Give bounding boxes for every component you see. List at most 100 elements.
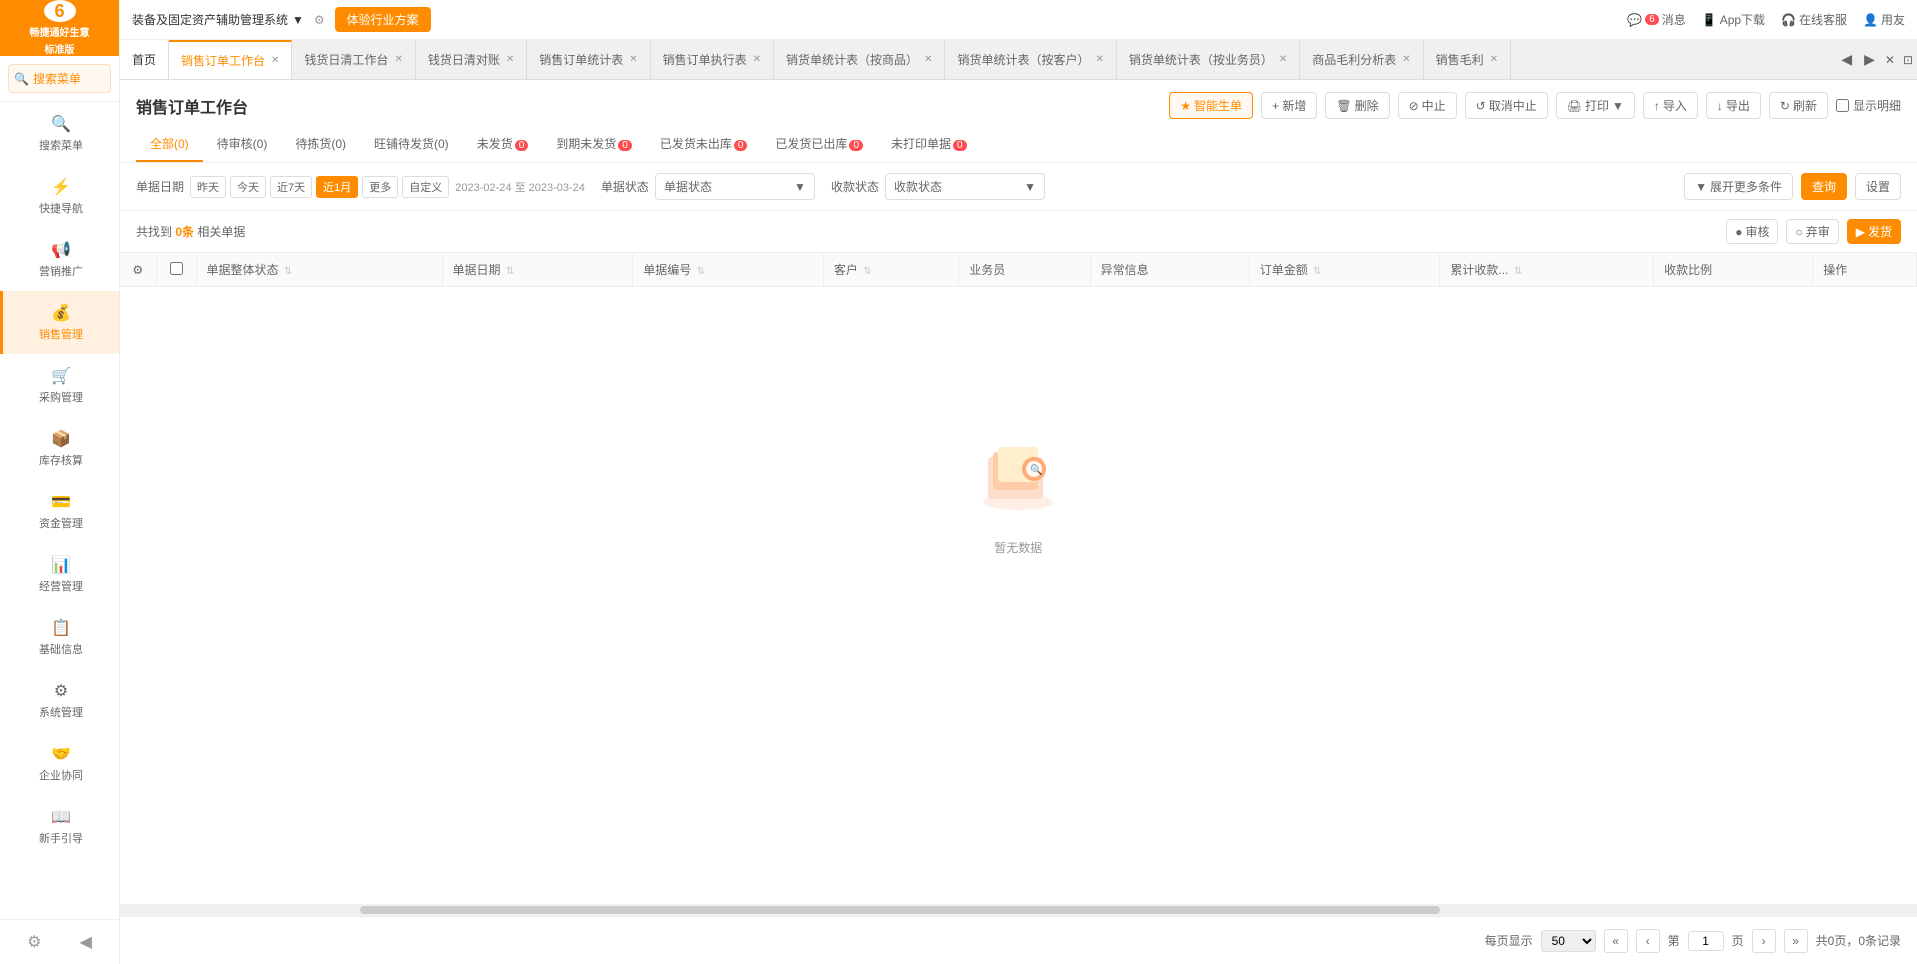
status-select[interactable]: 单据状态 ▼ bbox=[655, 173, 815, 200]
tab-close-sales-margin[interactable]: ✕ bbox=[1490, 54, 1498, 65]
date-7days-button[interactable]: 近7天 bbox=[270, 176, 312, 198]
tab-scroll-right-button[interactable]: ▶ bbox=[1858, 51, 1881, 68]
filter-tab-shipped-not-out[interactable]: 已发货未出库0 bbox=[646, 127, 762, 162]
filter-tab-not-printed[interactable]: 未打印单据0 bbox=[877, 127, 981, 162]
tab-cash-reconcile[interactable]: 钱货日清对账 ✕ bbox=[416, 40, 527, 80]
expand-filter-button[interactable]: ▼ 展开更多条件 bbox=[1684, 173, 1793, 200]
col-checkbox[interactable] bbox=[156, 253, 196, 287]
sidebar-item-system[interactable]: ⚙ 系统管理 bbox=[0, 669, 119, 732]
scrollbar-thumb[interactable] bbox=[360, 906, 1440, 914]
sidebar-item-guide[interactable]: 📖 新手引导 bbox=[0, 795, 119, 858]
stop-button[interactable]: ⊘ 中止 bbox=[1398, 92, 1457, 119]
date-yesterday-button[interactable]: 昨天 bbox=[190, 176, 226, 198]
query-button[interactable]: 查询 bbox=[1801, 173, 1847, 200]
tab-sales-margin[interactable]: 销售毛利 ✕ bbox=[1424, 40, 1511, 80]
tab-sales-by-customer[interactable]: 销货单统计表（按客户） ✕ bbox=[945, 40, 1116, 80]
smart-create-button[interactable]: ★ 智能生单 bbox=[1169, 92, 1253, 119]
tab-close-sales-order[interactable]: ✕ bbox=[271, 55, 279, 66]
tab-close-sales-by-product[interactable]: ✕ bbox=[924, 54, 932, 65]
date-custom-button[interactable]: 自定义 bbox=[402, 176, 449, 198]
filter-tab-shipped-out[interactable]: 已发货已出库0 bbox=[761, 127, 877, 162]
tab-close-cash-daily[interactable]: ✕ bbox=[394, 54, 402, 65]
receipt-select[interactable]: 收款状态 ▼ bbox=[885, 173, 1045, 200]
settings-footer-button[interactable]: ⚙ bbox=[27, 932, 41, 952]
filter-tab-pending-audit[interactable]: 待审核(0) bbox=[203, 127, 282, 162]
filter-tab-all[interactable]: 全部(0) bbox=[136, 127, 203, 162]
sidebar-item-inventory[interactable]: 📦 库存核算 bbox=[0, 417, 119, 480]
cancel-stop-button[interactable]: ↺ 取消中止 bbox=[1465, 92, 1548, 119]
tab-close-margin-analysis[interactable]: ✕ bbox=[1402, 54, 1410, 65]
audit-button[interactable]: ● 审核 bbox=[1726, 219, 1778, 244]
per-page-select[interactable]: 10 20 50 100 bbox=[1541, 930, 1596, 952]
tab-close-sales-by-staff[interactable]: ✕ bbox=[1279, 54, 1287, 65]
filter-tab-not-shipped[interactable]: 未发货0 bbox=[463, 127, 543, 162]
filter-tab-wangpu-ship[interactable]: 旺铺待发货(0) bbox=[360, 127, 463, 162]
sort-number-icon[interactable]: ⇅ bbox=[697, 266, 705, 277]
message-button[interactable]: 💬 6 消息 bbox=[1627, 11, 1686, 28]
online-service-button[interactable]: 🎧 在线客服 bbox=[1781, 11, 1847, 28]
col-settings[interactable]: ⚙ bbox=[120, 253, 156, 287]
collapse-footer-button[interactable]: ◀ bbox=[80, 932, 92, 952]
filter-tab-overdue-ship[interactable]: 到期未发货0 bbox=[542, 127, 646, 162]
search-menu-button[interactable]: 🔍 搜索菜单 bbox=[8, 64, 111, 93]
sidebar-item-management-label: 经营管理 bbox=[39, 578, 83, 594]
sort-amount-icon[interactable]: ⇅ bbox=[1313, 266, 1321, 277]
sort-customer-icon[interactable]: ⇅ bbox=[863, 266, 871, 277]
tab-sales-by-staff[interactable]: 销货单统计表（按业务员） ✕ bbox=[1117, 40, 1300, 80]
horizontal-scrollbar[interactable] bbox=[120, 904, 1917, 916]
sidebar-item-marketing[interactable]: 📢 营销推广 bbox=[0, 228, 119, 291]
prev-page-button[interactable]: ‹ bbox=[1636, 929, 1660, 953]
last-page-button[interactable]: » bbox=[1784, 929, 1808, 953]
date-1month-button[interactable]: 近1月 bbox=[316, 176, 358, 198]
tab-sales-stats[interactable]: 销售订单统计表 ✕ bbox=[527, 40, 650, 80]
tab-close-all-button[interactable]: ✕ bbox=[1881, 53, 1899, 67]
sidebar-item-management[interactable]: 📊 经营管理 bbox=[0, 543, 119, 606]
tab-sales-order-workbench[interactable]: 销售订单工作台 ✕ bbox=[169, 40, 292, 80]
tab-close-cash-reconcile[interactable]: ✕ bbox=[506, 54, 514, 65]
settings-gear-icon[interactable]: ⚙ bbox=[314, 13, 325, 27]
first-page-button[interactable]: « bbox=[1604, 929, 1628, 953]
cooperation-icon: 🤝 bbox=[51, 744, 71, 764]
select-all-checkbox[interactable] bbox=[170, 262, 183, 275]
date-today-button[interactable]: 今天 bbox=[230, 176, 266, 198]
import-button[interactable]: ↑ 导入 bbox=[1643, 92, 1698, 119]
date-more-button[interactable]: 更多 bbox=[362, 176, 398, 198]
tab-cash-reconcile-label: 钱货日清对账 bbox=[428, 51, 500, 68]
settings-filter-button[interactable]: 设置 bbox=[1855, 173, 1901, 200]
sort-date-icon[interactable]: ⇅ bbox=[506, 266, 514, 277]
tab-close-sales-stats[interactable]: ✕ bbox=[629, 54, 637, 65]
filter-tab-pending-pick[interactable]: 待拣货(0) bbox=[281, 127, 360, 162]
tab-scroll-left-button[interactable]: ◀ bbox=[1835, 51, 1858, 68]
sidebar-item-sales[interactable]: 💰 销售管理 bbox=[0, 291, 119, 354]
sidebar-item-finance[interactable]: 💳 资金管理 bbox=[0, 480, 119, 543]
next-page-button[interactable]: › bbox=[1752, 929, 1776, 953]
tab-home[interactable]: 首页 bbox=[120, 40, 169, 80]
delete-button[interactable]: 🗑 删除 bbox=[1325, 92, 1389, 119]
sort-received-icon[interactable]: ⇅ bbox=[1514, 266, 1522, 277]
industry-plan-button[interactable]: 体验行业方案 bbox=[335, 7, 431, 32]
sidebar-item-cooperation[interactable]: 🤝 企业协同 bbox=[0, 732, 119, 795]
cancel-audit-button[interactable]: ○ 弃审 bbox=[1786, 219, 1838, 244]
tab-margin-analysis[interactable]: 商品毛利分析表 ✕ bbox=[1300, 40, 1423, 80]
ship-button[interactable]: ▶ 发货 bbox=[1847, 219, 1901, 244]
show-detail-checkbox[interactable] bbox=[1836, 99, 1849, 112]
show-detail-label[interactable]: 显示明细 bbox=[1836, 97, 1901, 114]
tab-close-sales-exec[interactable]: ✕ bbox=[753, 54, 761, 65]
refresh-button[interactable]: ↻ 刷新 bbox=[1769, 92, 1828, 119]
tab-expand-button[interactable]: ⊡ bbox=[1899, 53, 1917, 67]
sidebar-item-purchase[interactable]: 🛒 采购管理 bbox=[0, 354, 119, 417]
export-button[interactable]: ↓ 导出 bbox=[1706, 92, 1761, 119]
tab-cash-daily[interactable]: 钱货日清工作台 ✕ bbox=[292, 40, 415, 80]
tab-close-sales-by-customer[interactable]: ✕ bbox=[1095, 54, 1103, 65]
tab-sales-exec[interactable]: 销售订单执行表 ✕ bbox=[651, 40, 774, 80]
add-button[interactable]: + 新增 bbox=[1261, 92, 1317, 119]
sidebar-item-quicknav[interactable]: ⚡ 快捷导航 bbox=[0, 165, 119, 228]
user-menu[interactable]: 👤 用友 bbox=[1863, 11, 1905, 28]
sort-status-icon[interactable]: ⇅ bbox=[284, 266, 292, 277]
print-button[interactable]: 🖨 打印 ▼ bbox=[1556, 92, 1635, 119]
tab-sales-by-product[interactable]: 销货单统计表（按商品） ✕ bbox=[774, 40, 945, 80]
sidebar-item-search[interactable]: 🔍 搜索菜单 bbox=[0, 102, 119, 165]
page-input[interactable] bbox=[1688, 931, 1724, 951]
sidebar-item-basic[interactable]: 📋 基础信息 bbox=[0, 606, 119, 669]
app-download-button[interactable]: 📱 App下载 bbox=[1702, 11, 1765, 28]
